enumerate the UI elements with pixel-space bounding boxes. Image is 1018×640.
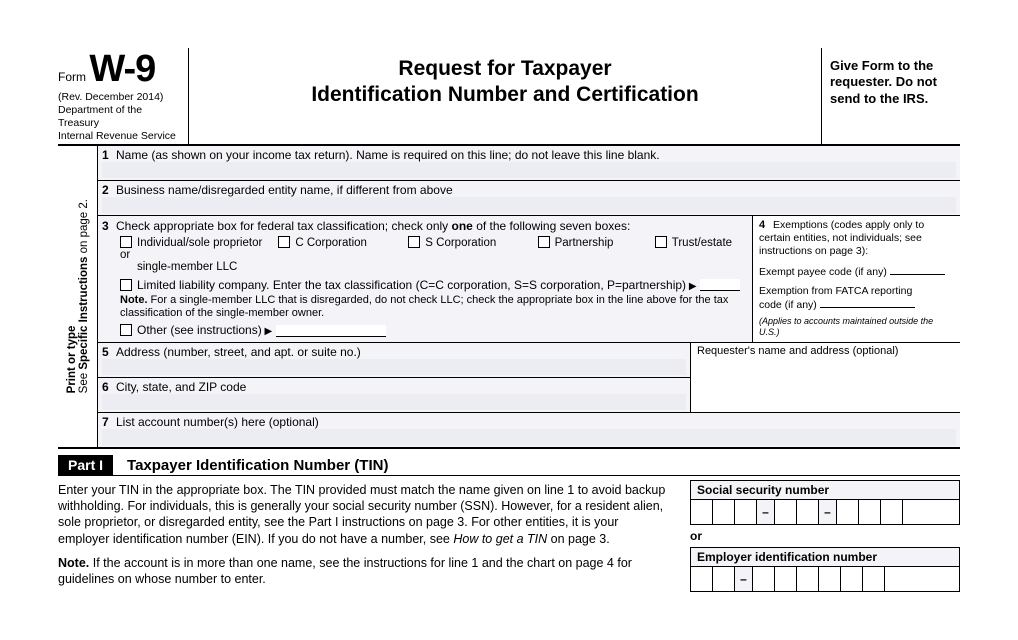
fatca-b: code (if any) bbox=[759, 299, 817, 311]
header-left: Form W-9 (Rev. December 2014) Department… bbox=[58, 48, 188, 144]
sidebar-specific: Specific Instructions bbox=[78, 257, 90, 370]
checkbox-row-other: Other (see instructions) bbox=[102, 320, 746, 339]
checkbox-row-llc: Limited liability company. Enter the tax… bbox=[102, 275, 746, 294]
ein-boxes[interactable]: – bbox=[690, 566, 960, 592]
fatca-input[interactable] bbox=[820, 298, 915, 308]
checkbox-llc[interactable] bbox=[120, 279, 132, 291]
line-6: 6City, state, and ZIP code bbox=[98, 378, 690, 412]
l5-label: Address (number, street, and apt. or sui… bbox=[116, 345, 361, 359]
requester-block[interactable]: Requester's name and address (optional) bbox=[690, 343, 960, 412]
sidebar: Print or type See Specific Instructions … bbox=[58, 146, 98, 447]
l4-intro: Exemptions (codes apply only to certain … bbox=[759, 219, 924, 258]
l3-one: one bbox=[452, 219, 473, 233]
note-3: Note. For a single-member LLC that is di… bbox=[102, 294, 746, 320]
l3-intro-a: Check appropriate box for federal tax cl… bbox=[116, 219, 452, 233]
checkbox-individual[interactable] bbox=[120, 236, 132, 248]
sidebar-bold: Print or type bbox=[66, 326, 78, 394]
dept-line-1: Department of the Treasury bbox=[58, 104, 182, 130]
line-5: 5Address (number, street, and apt. or su… bbox=[98, 343, 690, 378]
form-header: Form W-9 (Rev. December 2014) Department… bbox=[58, 48, 960, 146]
opt-ind-a: Individual/sole proprietor or bbox=[120, 237, 262, 261]
tin-area: Enter your TIN in the appropriate box. T… bbox=[58, 476, 960, 592]
line-7: 7List account number(s) here (optional) bbox=[98, 412, 960, 447]
addr-left: 5Address (number, street, and apt. or su… bbox=[98, 343, 690, 412]
opt-ind-b: single-member LLC bbox=[137, 261, 237, 273]
part-1-header: Part I Taxpayer Identification Number (T… bbox=[58, 455, 960, 476]
checkbox-ccorp[interactable] bbox=[278, 236, 290, 248]
requester-label: Requester's name and address (optional) bbox=[697, 345, 898, 357]
fatca-note: (Applies to accounts maintained outside … bbox=[759, 316, 954, 339]
p1-note-a: Note. bbox=[58, 556, 89, 570]
opt-other: Other (see instructions) bbox=[137, 323, 272, 337]
line-7-input[interactable] bbox=[102, 429, 956, 445]
form-word: Form bbox=[58, 70, 86, 84]
body-grid: Print or type See Specific Instructions … bbox=[58, 146, 960, 449]
note3-text: For a single-member LLC that is disregar… bbox=[120, 294, 728, 319]
p1-para-i: How to get a TIN bbox=[453, 532, 547, 546]
line-6-input[interactable] bbox=[102, 394, 686, 410]
body-content: 1Name (as shown on your income tax retur… bbox=[98, 146, 960, 447]
revision-line: (Rev. December 2014) bbox=[58, 91, 182, 104]
form-number: W-9 bbox=[89, 48, 155, 90]
line-2-label: Business name/disregarded entity name, i… bbox=[116, 183, 453, 197]
l7-label: List account number(s) here (optional) bbox=[116, 415, 319, 429]
checkbox-other[interactable] bbox=[120, 324, 132, 336]
header-center: Request for Taxpayer Identification Numb… bbox=[188, 48, 822, 144]
ein-label: Employer identification number bbox=[690, 547, 960, 566]
sidebar-page: on page 2. bbox=[78, 199, 90, 257]
ssn-boxes[interactable]: – – bbox=[690, 499, 960, 525]
line-2-input[interactable] bbox=[102, 197, 956, 213]
tin-right: Social security number – – or Employer i… bbox=[690, 480, 960, 592]
line-3: 3Check appropriate box for federal tax c… bbox=[98, 216, 753, 342]
opt-scorp: S Corporation bbox=[425, 237, 496, 249]
checkbox-scorp[interactable] bbox=[408, 236, 420, 248]
address-block: 5Address (number, street, and apt. or su… bbox=[98, 343, 960, 412]
line-2: 2Business name/disregarded entity name, … bbox=[98, 181, 960, 216]
checkbox-row-1: Individual/sole proprietor orsingle-memb… bbox=[102, 233, 746, 275]
ssn-label: Social security number bbox=[690, 480, 960, 499]
exempt-payee-label: Exempt payee code (if any) bbox=[759, 266, 887, 278]
sidebar-see: See bbox=[78, 370, 90, 394]
fatca-a: Exemption from FATCA reporting bbox=[759, 285, 954, 298]
header-right: Give Form to the requester. Do not send … bbox=[822, 48, 960, 144]
or-label: or bbox=[690, 529, 960, 543]
l6-label: City, state, and ZIP code bbox=[116, 380, 246, 394]
p1-para-b: on page 3. bbox=[547, 532, 610, 546]
llc-class-input[interactable] bbox=[700, 279, 740, 291]
opt-trust: Trust/estate bbox=[672, 237, 732, 249]
opt-llc: Limited liability company. Enter the tax… bbox=[137, 278, 697, 292]
checkbox-partnership[interactable] bbox=[538, 236, 550, 248]
checkbox-trust[interactable] bbox=[655, 236, 667, 248]
sidebar-text: Print or type See Specific Instructions … bbox=[66, 195, 90, 397]
l3-intro-b: of the following seven boxes: bbox=[473, 219, 630, 233]
other-input[interactable] bbox=[276, 325, 386, 337]
note3-bold: Note. bbox=[120, 294, 148, 306]
line-4: 4Exemptions (codes apply only to certain… bbox=[753, 216, 960, 342]
part-1-title: Taxpayer Identification Number (TIN) bbox=[127, 457, 388, 474]
opt-partner: Partnership bbox=[555, 237, 614, 249]
form-title-2: Identification Number and Certification bbox=[199, 82, 811, 108]
part-1-label: Part I bbox=[58, 455, 113, 475]
line-1-label: Name (as shown on your income tax return… bbox=[116, 148, 660, 162]
line-1: 1Name (as shown on your income tax retur… bbox=[98, 146, 960, 181]
tin-text: Enter your TIN in the appropriate box. T… bbox=[58, 480, 670, 592]
p1-note-b: If the account is in more than one name,… bbox=[58, 556, 632, 586]
form-title-1: Request for Taxpayer bbox=[199, 56, 811, 82]
line-5-input[interactable] bbox=[102, 359, 686, 375]
exempt-payee-input[interactable] bbox=[890, 265, 945, 275]
dept-line-2: Internal Revenue Service bbox=[58, 130, 182, 143]
line-3-4-wrap: 3Check appropriate box for federal tax c… bbox=[98, 216, 960, 343]
line-1-input[interactable] bbox=[102, 162, 956, 178]
opt-ccorp: C Corporation bbox=[295, 237, 367, 249]
